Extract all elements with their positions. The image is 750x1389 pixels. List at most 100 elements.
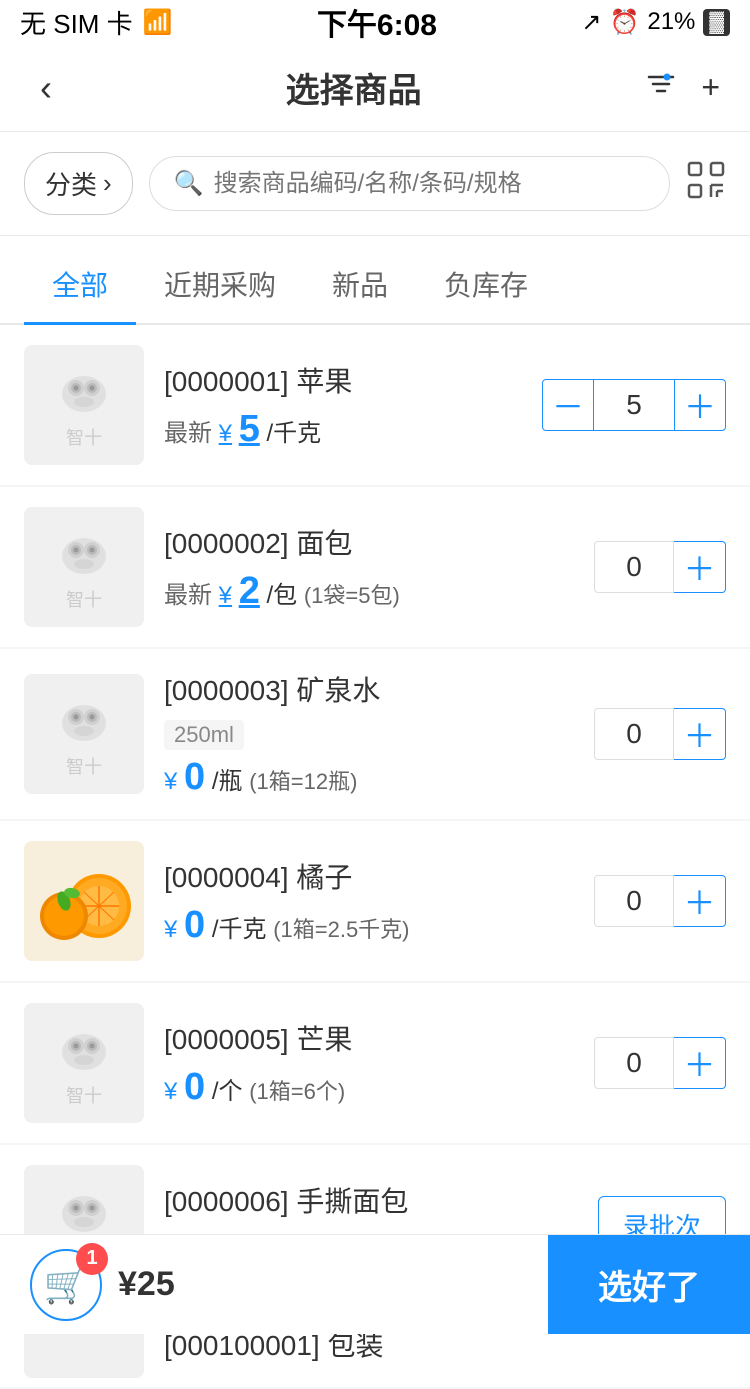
- price-value-1: 5: [239, 408, 260, 450]
- product-name-3: [0000003] 矿泉水: [164, 669, 574, 709]
- product-price-1: 最新 ¥ 5 /千克: [164, 408, 522, 451]
- product-list: 智十 [0000001] 苹果 最新 ¥ 5 /千克 － ＋: [0, 325, 750, 1387]
- battery-text: 21%: [647, 8, 695, 36]
- placeholder-logo: 智十: [54, 689, 114, 779]
- list-item: 智十 [0000003] 矿泉水 250ml ¥ 0 /瓶 (1箱=12瓶) 0…: [0, 649, 750, 819]
- list-item: 智十 [0000002] 面包 最新 ¥ 2 /包 (1袋=5包) 0 ＋: [0, 487, 750, 647]
- cart-section: 🛒 1 ¥25: [0, 1249, 548, 1321]
- price-unit-4: /千克: [212, 916, 267, 943]
- back-button[interactable]: ‹: [30, 57, 62, 119]
- nav-actions: +: [645, 68, 720, 108]
- product-info-2: [0000002] 面包 最新 ¥ 2 /包 (1袋=5包): [164, 522, 574, 613]
- list-item: 智十 [0000005] 芒果 ¥ 0 /个 (1箱=6个) 0 ＋: [0, 983, 750, 1143]
- battery-icon: ▓: [703, 9, 730, 36]
- alarm-icon: ⏰: [609, 8, 639, 37]
- product-price-5: ¥ 0 /个 (1箱=6个): [164, 1066, 574, 1109]
- quantity-display-3: 0: [594, 708, 674, 760]
- bottom-bar: 🛒 1 ¥25 选好了: [0, 1234, 750, 1334]
- filter-bar: 分类 › 🔍: [0, 132, 750, 236]
- product-spec-3: 250ml: [164, 720, 244, 750]
- scan-icon[interactable]: [686, 160, 726, 208]
- increment-button-2[interactable]: ＋: [674, 541, 726, 593]
- category-label: 分类: [45, 165, 97, 202]
- cart-icon[interactable]: 🛒 1: [30, 1249, 102, 1321]
- placeholder-logo: 智十: [54, 1018, 114, 1108]
- product-image-5: 智十: [24, 1003, 144, 1123]
- page-title: 选择商品: [286, 63, 422, 112]
- product-info-5: [0000005] 芒果 ¥ 0 /个 (1箱=6个): [164, 1018, 574, 1109]
- product-price-2: 最新 ¥ 2 /包 (1袋=5包): [164, 570, 574, 613]
- increment-button-5[interactable]: ＋: [674, 1037, 726, 1089]
- quantity-control-1: － ＋: [542, 379, 726, 431]
- status-right: ↗ ⏰ 21% ▓: [581, 8, 730, 37]
- confirm-button[interactable]: 选好了: [548, 1235, 750, 1334]
- quantity-display-2: 0: [594, 541, 674, 593]
- increment-button-4[interactable]: ＋: [674, 875, 726, 927]
- price-unit-5: /个: [212, 1078, 243, 1105]
- price-unit-1: /千克: [267, 420, 322, 447]
- decrement-button-1[interactable]: －: [542, 379, 594, 431]
- quantity-control-2: 0 ＋: [594, 541, 726, 593]
- search-input[interactable]: [214, 170, 645, 198]
- quantity-input-1[interactable]: [594, 379, 674, 431]
- wifi-icon: 📶: [143, 8, 173, 37]
- cart-badge: 1: [76, 1243, 108, 1275]
- brand-label: 智十: [66, 1082, 102, 1108]
- price-value-2: 2: [239, 570, 260, 612]
- product-info-4: [0000004] 橘子 ¥ 0 /千克 (1箱=2.5千克): [164, 856, 574, 947]
- carrier-text: 无 SIM 卡: [20, 4, 133, 41]
- price-pack-5: (1箱=6个): [249, 1079, 345, 1104]
- price-symbol: ¥: [164, 1078, 177, 1105]
- price-unit-3: /瓶: [212, 768, 243, 795]
- price-pack-4: (1箱=2.5千克): [273, 917, 409, 942]
- quantity-control-5: 0 ＋: [594, 1037, 726, 1089]
- price-symbol: ¥: [219, 582, 232, 609]
- price-label: 最新: [164, 420, 219, 447]
- search-box: 🔍: [149, 156, 670, 211]
- quantity-display-5: 0: [594, 1037, 674, 1089]
- product-name-1: [0000001] 苹果: [164, 360, 522, 400]
- price-pack-3: (1箱=12瓶): [249, 769, 357, 794]
- add-icon[interactable]: +: [701, 69, 720, 106]
- category-arrow: ›: [103, 168, 112, 199]
- list-item: 智十 [0000001] 苹果 最新 ¥ 5 /千克 － ＋: [0, 325, 750, 485]
- product-name-5: [0000005] 芒果: [164, 1018, 574, 1058]
- product-name-6: [0000006] 手撕面包: [164, 1180, 578, 1220]
- price-symbol: ¥: [164, 916, 177, 943]
- product-info-1: [0000001] 苹果 最新 ¥ 5 /千克: [164, 360, 522, 451]
- category-button[interactable]: 分类 ›: [24, 152, 133, 215]
- placeholder-logo: 智十: [54, 522, 114, 612]
- cart-total: ¥25: [118, 1265, 175, 1304]
- tab-bar: 全部 近期采购 新品 负库存: [0, 236, 750, 325]
- filter-icon[interactable]: [645, 68, 677, 108]
- nav-bar: ‹ 选择商品 +: [0, 44, 750, 132]
- tab-all[interactable]: 全部: [24, 252, 136, 325]
- tab-new[interactable]: 新品: [304, 252, 416, 325]
- tab-recent[interactable]: 近期采购: [136, 252, 304, 325]
- price-symbol: ¥: [164, 768, 177, 795]
- price-symbol: ¥: [219, 420, 232, 447]
- quantity-control-3: 0 ＋: [594, 708, 726, 760]
- placeholder-logo: 智十: [54, 360, 114, 450]
- increment-button-1[interactable]: ＋: [674, 379, 726, 431]
- price-value-4: 0: [184, 904, 205, 946]
- brand-label: 智十: [66, 753, 102, 779]
- product-name-2: [0000002] 面包: [164, 522, 574, 562]
- product-image-4: [24, 841, 144, 961]
- product-image-1: 智十: [24, 345, 144, 465]
- brand-label: 智十: [66, 424, 102, 450]
- price-label: 最新: [164, 582, 219, 609]
- tab-negative[interactable]: 负库存: [416, 252, 556, 325]
- search-icon: 🔍: [174, 169, 204, 198]
- increment-button-3[interactable]: ＋: [674, 708, 726, 760]
- brand-label: 智十: [66, 586, 102, 612]
- location-icon: ↗: [581, 8, 601, 37]
- product-name-4: [0000004] 橘子: [164, 856, 574, 896]
- product-image-3: 智十: [24, 674, 144, 794]
- product-info-3: [0000003] 矿泉水 250ml ¥ 0 /瓶 (1箱=12瓶): [164, 669, 574, 799]
- price-value-5: 0: [184, 1066, 205, 1108]
- product-price-4: ¥ 0 /千克 (1箱=2.5千克): [164, 904, 574, 947]
- product-image-2: 智十: [24, 507, 144, 627]
- status-time: 下午6:08: [317, 0, 437, 44]
- quantity-display-4: 0: [594, 875, 674, 927]
